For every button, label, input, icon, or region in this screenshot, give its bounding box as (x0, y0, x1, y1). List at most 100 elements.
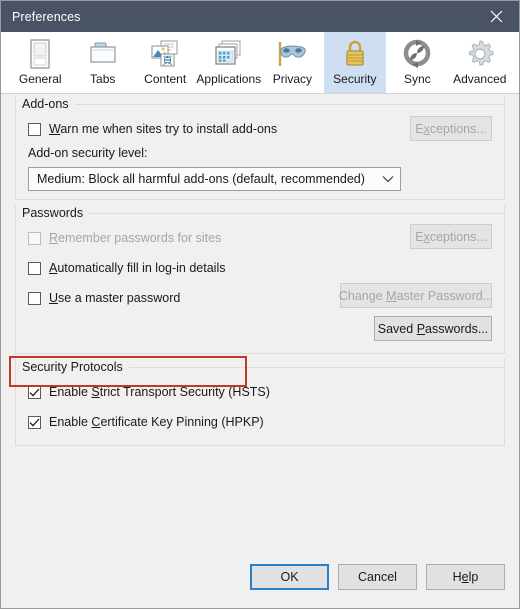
addon-security-level-label: Add-on security level: (28, 146, 148, 160)
checkbox-box (28, 122, 41, 136)
sync-arrows-icon (400, 37, 434, 71)
checkmark-icon (29, 418, 40, 427)
tab-general[interactable]: General (9, 32, 71, 93)
svg-text:頁: 頁 (163, 55, 173, 67)
protocols-group-header: Security Protocols (16, 359, 504, 375)
remember-passwords-row: Remember passwords for sites Exceptions.… (28, 224, 492, 251)
use-master-password-label: Use a master password (49, 291, 181, 305)
tab-security[interactable]: Security (323, 32, 387, 93)
tab-privacy[interactable]: Privacy (261, 32, 323, 93)
tab-security-label: Security (333, 72, 377, 86)
addon-security-level-select[interactable]: Medium: Block all harmful add-ons (defau… (28, 167, 401, 191)
checkbox-box (28, 231, 41, 245)
dialog-buttons: OK Cancel Help (1, 556, 519, 608)
padlock-icon (338, 37, 372, 71)
hpkp-label: Enable Certificate Key Pinning (HPKP) (49, 415, 264, 429)
passwords-exceptions-label: Exceptions... (415, 229, 487, 244)
hpkp-row: Enable Certificate Key Pinning (HPKP) (28, 409, 492, 435)
close-button[interactable] (473, 1, 519, 32)
document-window-icon (23, 37, 57, 71)
autofill-login-row: Automatically fill in log-in details (28, 255, 492, 281)
preferences-tabstrip: General Tabs 頁 Content Applications Priv… (1, 32, 519, 94)
checkbox-box (28, 385, 41, 399)
autofill-login-label: Automatically fill in log-in details (49, 261, 226, 275)
saved-passwords-button[interactable]: Saved Passwords... (374, 316, 492, 341)
accesskey-char: P (416, 321, 426, 336)
ok-button[interactable]: OK (250, 564, 329, 590)
tab-applications-label: Applications (196, 72, 262, 86)
addons-group-header: Add-ons (16, 96, 504, 112)
passwords-group-legend: Passwords (16, 206, 90, 220)
accesskey-char: M (386, 288, 397, 303)
mask-icon (275, 37, 309, 71)
preferences-dialog: Preferences General Tabs 頁 Content Appli… (0, 0, 520, 609)
passwords-group-body: Remember passwords for sites Exceptions.… (16, 221, 504, 341)
title-bar: Preferences (1, 1, 519, 32)
tab-sync-label: Sync (403, 72, 431, 86)
tab-privacy-label: Privacy (272, 72, 313, 86)
cancel-button[interactable]: Cancel (338, 564, 417, 590)
addons-exceptions-label: Exceptions... (415, 121, 487, 136)
hsts-label: Enable Strict Transport Security (HSTS) (49, 385, 270, 399)
passwords-group-header: Passwords (16, 205, 504, 221)
master-password-row: Use a master password Change Master Pass… (28, 283, 494, 311)
chevron-down-icon (382, 175, 394, 183)
group-rule-right (89, 212, 504, 214)
accesskey-char: W (49, 122, 61, 136)
protocols-group-legend: Security Protocols (16, 360, 129, 374)
warn-addons-label: Warn me when sites try to install add-on… (49, 122, 278, 136)
checkbox-box (28, 415, 41, 429)
help-button-label: Help (452, 570, 479, 584)
help-button[interactable]: Help (426, 564, 505, 590)
cancel-button-label: Cancel (358, 570, 397, 584)
tab-content[interactable]: 頁 Content (134, 32, 196, 93)
group-rule-right (74, 103, 504, 105)
change-master-password-button[interactable]: Change Master Password... (338, 283, 494, 308)
hsts-row: Enable Strict Transport Security (HSTS) (28, 379, 492, 405)
protocols-group-body: Enable Strict Transport Security (HSTS) … (16, 375, 504, 435)
security-panel: Add-ons Warn me when sites try to instal… (1, 94, 519, 556)
autofill-login-checkbox[interactable]: Automatically fill in log-in details (28, 261, 225, 275)
change-master-password-label: Change Master Password... (338, 288, 494, 303)
passwords-exceptions-button[interactable]: Exceptions... (410, 224, 492, 249)
gear-icon (463, 37, 497, 71)
accesskey-char: U (49, 291, 59, 305)
warn-addons-row: Warn me when sites try to install add-on… (28, 116, 492, 142)
warn-addons-checkbox[interactable]: Warn me when sites try to install add-on… (28, 122, 277, 136)
tab-sync[interactable]: Sync (386, 32, 448, 93)
tab-tabs-label: Tabs (90, 72, 116, 86)
security-level-label-row: Add-on security level: (28, 142, 492, 164)
tab-general-label: General (18, 72, 62, 86)
addons-group-legend: Add-ons (16, 97, 75, 111)
protocols-group: Security Protocols Enable Strict Transpo… (15, 359, 505, 446)
window-title: Preferences (12, 9, 81, 24)
tab-content-label: Content (144, 72, 187, 86)
hpkp-checkbox[interactable]: Enable Certificate Key Pinning (HPKP) (28, 415, 264, 429)
folder-tab-icon (86, 37, 120, 71)
app-windows-icon (212, 37, 246, 71)
addons-group-body: Warn me when sites try to install add-on… (16, 112, 504, 191)
saved-passwords-label: Saved Passwords... (377, 321, 489, 336)
addon-security-level-value: Medium: Block all harmful add-ons (defau… (37, 172, 365, 186)
checkbox-box (28, 291, 41, 305)
ok-button-label: OK (280, 570, 299, 584)
tab-applications[interactable]: Applications (196, 32, 261, 93)
use-master-password-checkbox[interactable]: Use a master password (28, 291, 180, 305)
content-pages-icon: 頁 (148, 37, 182, 71)
group-rule-right (128, 366, 504, 368)
tab-advanced-label: Advanced (453, 72, 507, 86)
accesskey-char: e (461, 570, 469, 584)
remember-passwords-checkbox[interactable]: Remember passwords for sites (28, 231, 221, 245)
accesskey-char: S (91, 385, 100, 399)
checkmark-icon (29, 388, 40, 397)
checkbox-box (28, 261, 41, 275)
hsts-checkbox[interactable]: Enable Strict Transport Security (HSTS) (28, 385, 270, 399)
close-icon (490, 10, 502, 23)
tab-tabs[interactable]: Tabs (71, 32, 133, 93)
tab-advanced[interactable]: Advanced (449, 32, 511, 93)
addons-group: Add-ons Warn me when sites try to instal… (15, 96, 505, 200)
accesskey-char: R (49, 231, 59, 245)
remember-passwords-label: Remember passwords for sites (49, 231, 222, 245)
saved-passwords-row: Saved Passwords... (28, 311, 492, 341)
addons-exceptions-button[interactable]: Exceptions... (410, 116, 492, 141)
